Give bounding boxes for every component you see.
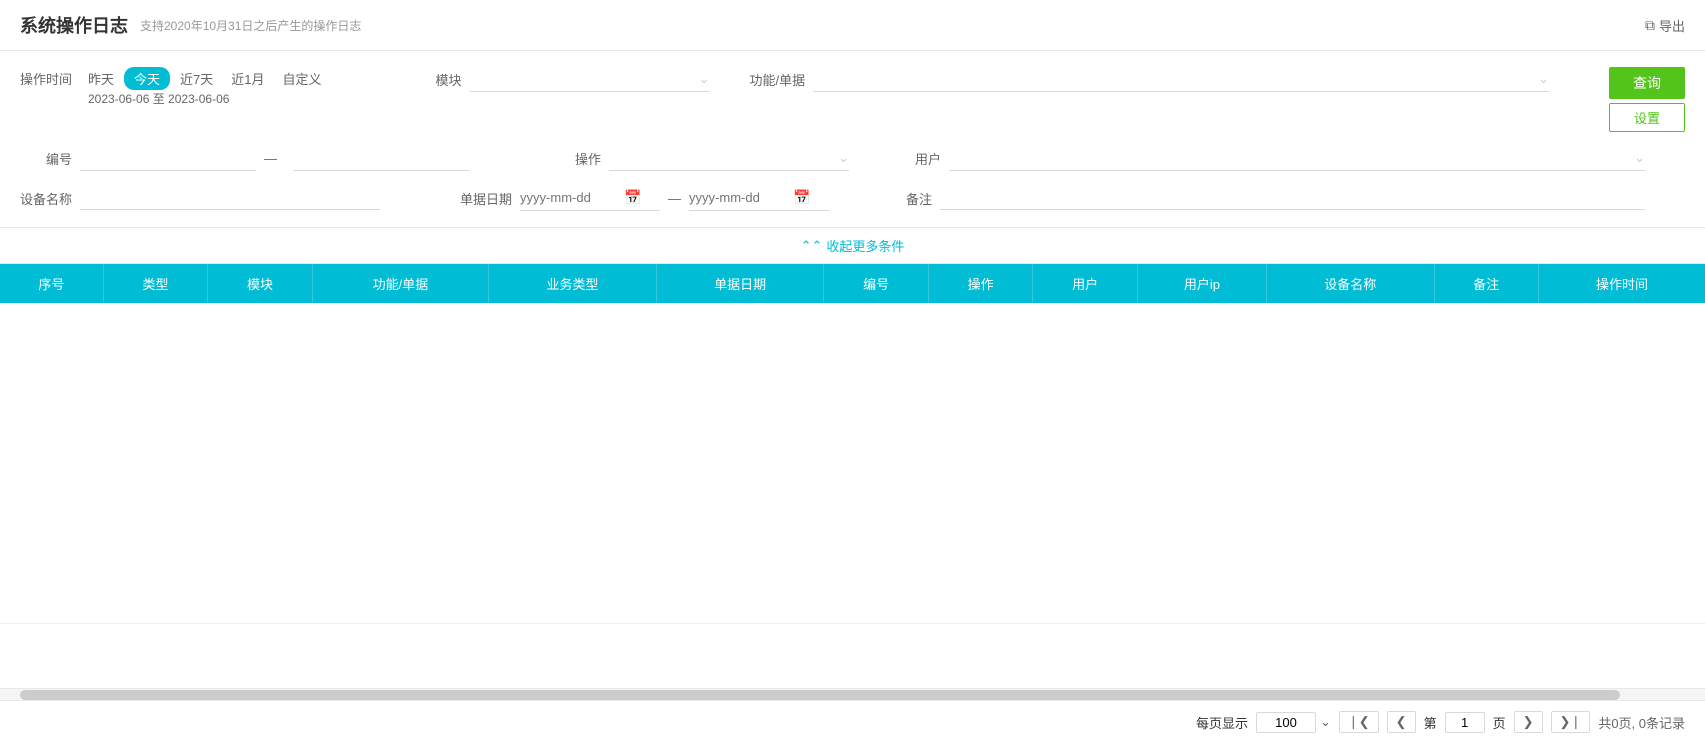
col-function: 功能/单据 — [312, 264, 488, 303]
col-number: 编号 — [824, 264, 928, 303]
calendar-start-icon[interactable]: 📅 — [624, 189, 641, 206]
function-chevron-icon: ⌄ — [1538, 71, 1549, 87]
operation-time-label: 操作时间 — [20, 69, 80, 88]
date-start-input[interactable] — [520, 190, 620, 205]
page-unit: 页 — [1493, 713, 1506, 732]
page-last-button[interactable]: ❯❘ — [1551, 711, 1591, 733]
user-label: 用户 — [889, 149, 949, 168]
collapse-chevron-icon: ⌃⌃ — [801, 238, 823, 254]
page-label: 第 — [1424, 713, 1437, 732]
function-label: 功能/单据 — [750, 70, 814, 89]
page-subtitle: 支持2020年10月31日之后产生的操作日志 — [140, 17, 361, 34]
page-next-button[interactable]: ❯ — [1514, 711, 1543, 733]
collapse-label: 收起更多条件 — [826, 236, 904, 255]
operation-label: 操作 — [549, 149, 609, 168]
date-start-field[interactable]: 📅 — [520, 185, 660, 211]
export-button[interactable]: ⧉ 导出 — [1645, 16, 1685, 35]
table-header-row: 序号 类型 模块 功能/单据 业务类型 单据日期 编号 操作 用户 用户ip 设… — [0, 264, 1705, 303]
remark-input[interactable] — [940, 186, 1645, 210]
col-business-type: 业务类型 — [489, 264, 657, 303]
col-voucher-date: 单据日期 — [656, 264, 824, 303]
date-dash: — — [668, 191, 681, 206]
col-operation: 操作 — [928, 264, 1032, 303]
empty-state — [8, 313, 1697, 613]
time-btn-1month[interactable]: 近1月 — [223, 67, 272, 90]
collapse-button[interactable]: ⌃⌃ 收起更多条件 — [801, 236, 905, 255]
horizontal-scrollbar[interactable] — [0, 688, 1705, 700]
page-total: 共0页, 0条记录 — [1598, 713, 1685, 732]
device-name-input[interactable] — [80, 186, 380, 210]
pagination-bar: 每页显示 ⌄ ❘❮ ❮ 第 页 ❯ ❯❘ 共0页, 0条记录 — [0, 700, 1705, 743]
col-user-ip: 用户ip — [1137, 264, 1266, 303]
number-label: 编号 — [20, 149, 80, 168]
number-input-end[interactable] — [293, 147, 469, 171]
page-size-chevron-icon: ⌄ — [1320, 714, 1331, 730]
col-operation-time: 操作时间 — [1539, 264, 1705, 303]
user-chevron-icon: ⌄ — [1634, 150, 1645, 166]
remark-label: 备注 — [880, 189, 940, 208]
data-table: 序号 类型 模块 功能/单据 业务类型 单据日期 编号 操作 用户 用户ip 设… — [0, 264, 1705, 624]
voucher-date-label: 单据日期 — [460, 189, 520, 208]
col-type: 类型 — [103, 264, 207, 303]
page-first-button[interactable]: ❘❮ — [1339, 711, 1379, 733]
module-label: 模块 — [410, 70, 470, 89]
number-input-start[interactable] — [80, 147, 256, 171]
page-title: 系统操作日志 — [20, 12, 128, 38]
time-btn-yesterday[interactable]: 昨天 — [80, 67, 122, 90]
operation-select[interactable]: ⌄ — [609, 146, 849, 171]
action-buttons: 查询 设置 — [1609, 67, 1685, 132]
time-btn-today[interactable]: 今天 — [124, 67, 170, 90]
data-table-wrapper: 序号 类型 模块 功能/单据 业务类型 单据日期 编号 操作 用户 用户ip 设… — [0, 264, 1705, 688]
time-filter-group: 昨天 今天 近7天 近1月 自定义 — [80, 67, 330, 90]
page-size-select[interactable]: ⌄ — [1256, 712, 1331, 733]
col-seq: 序号 — [0, 264, 103, 303]
table-body — [0, 303, 1705, 624]
col-user: 用户 — [1033, 264, 1137, 303]
col-remark: 备注 — [1434, 264, 1538, 303]
per-page-label: 每页显示 — [1196, 713, 1248, 732]
date-end-input[interactable] — [689, 190, 789, 205]
calendar-end-icon[interactable]: 📅 — [793, 189, 810, 206]
time-range-display: 2023-06-06 至 2023-06-06 — [88, 92, 229, 106]
time-btn-custom[interactable]: 自定义 — [275, 67, 330, 90]
module-chevron-icon: ⌄ — [699, 71, 710, 87]
time-btn-7days[interactable]: 近7天 — [172, 67, 221, 90]
export-icon: ⧉ — [1645, 17, 1655, 34]
col-module: 模块 — [208, 264, 312, 303]
operation-chevron-icon: ⌄ — [838, 150, 849, 166]
date-end-field[interactable]: 📅 — [689, 185, 829, 211]
number-dash: — — [264, 151, 277, 166]
device-name-label: 设备名称 — [20, 189, 80, 208]
page-prev-button[interactable]: ❮ — [1387, 711, 1416, 733]
function-select[interactable]: ⌄ — [813, 67, 1549, 92]
user-select[interactable]: ⌄ — [949, 146, 1645, 171]
page-number-input[interactable] — [1445, 712, 1485, 733]
page-size-input[interactable] — [1256, 712, 1316, 733]
query-button[interactable]: 查询 — [1609, 67, 1685, 99]
settings-button[interactable]: 设置 — [1609, 103, 1685, 132]
module-select[interactable]: ⌄ — [470, 67, 710, 92]
scroll-thumb[interactable] — [20, 690, 1620, 700]
col-device-name: 设备名称 — [1266, 264, 1434, 303]
